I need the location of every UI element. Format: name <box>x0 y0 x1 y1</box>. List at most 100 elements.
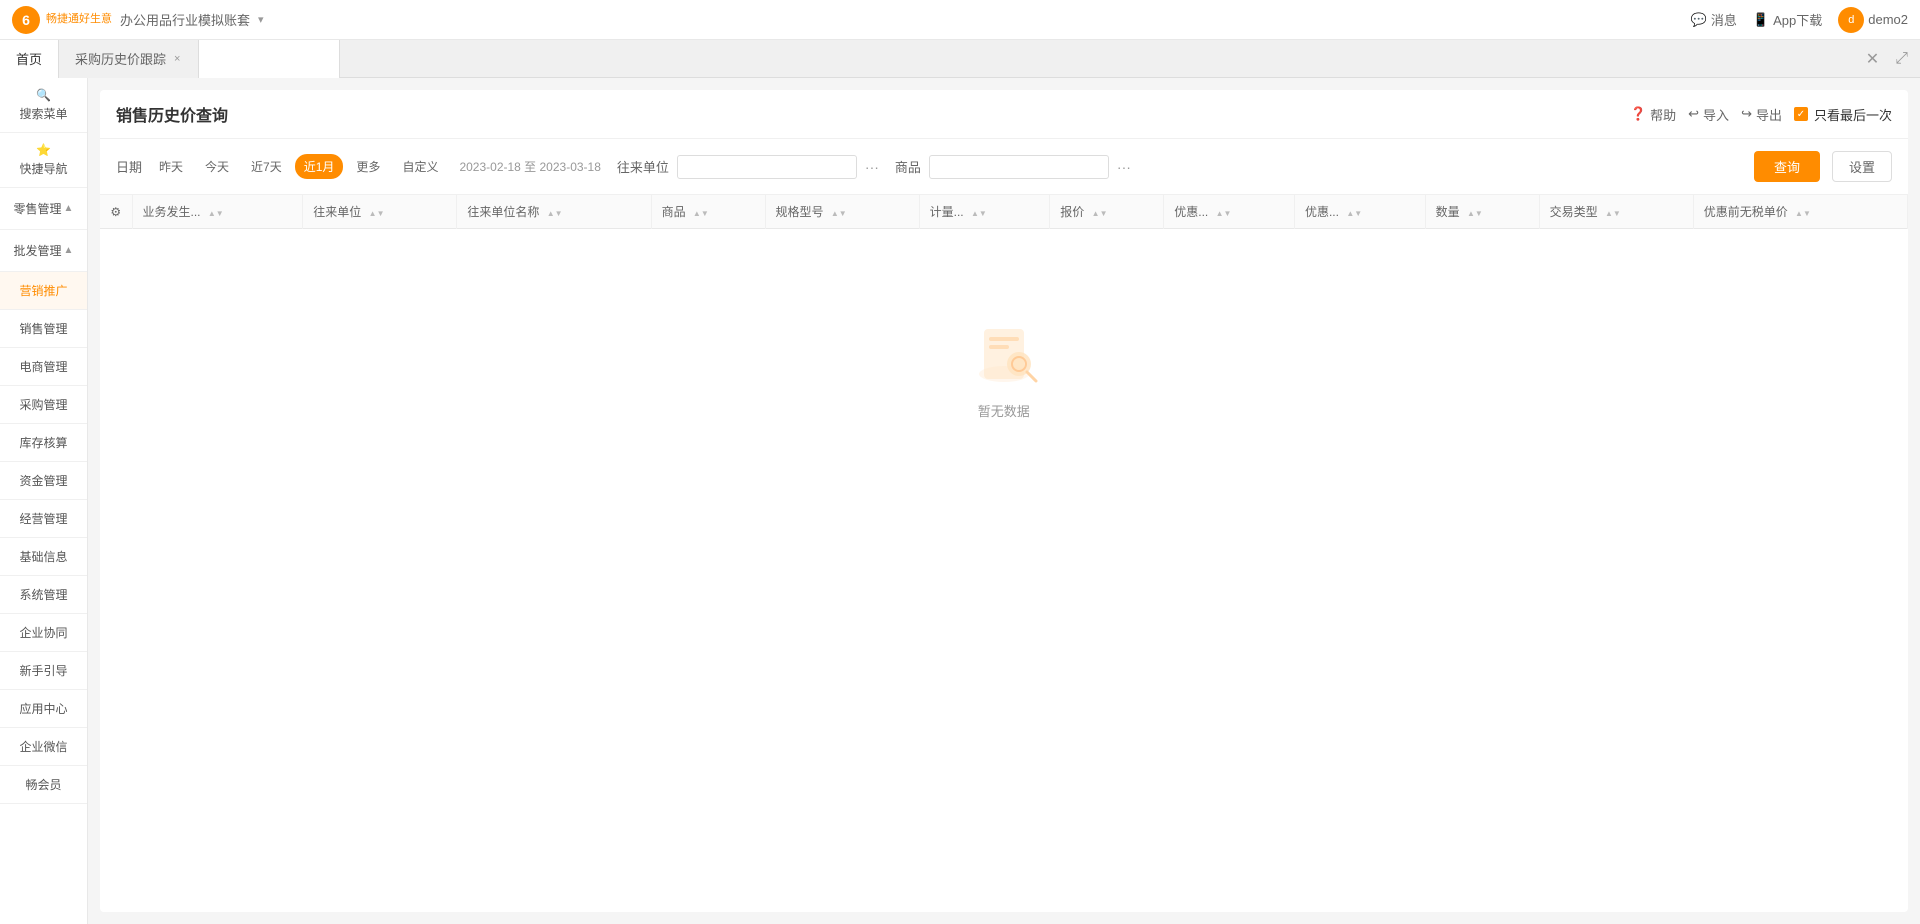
page-title: 销售历史价查询 <box>116 102 228 138</box>
col-pre-tax-price[interactable]: 优惠前无税单价 ▲▼ <box>1693 195 1907 229</box>
col-spec[interactable]: 规格型号 ▲▼ <box>765 195 919 229</box>
close-window-btn[interactable]: ✕ <box>1862 47 1883 71</box>
col-trade-type[interactable]: 交易类型 ▲▼ <box>1539 195 1693 229</box>
tab-sales-close[interactable]: × <box>312 51 322 67</box>
product-dots[interactable]: ··· <box>1117 159 1131 175</box>
import-icon: ↩ <box>1688 106 1699 122</box>
date-btn-yesterday[interactable]: 昨天 <box>150 154 192 179</box>
sidebar-item-operations[interactable]: 经营管理 <box>0 500 87 538</box>
header-dropdown[interactable]: ▾ <box>258 13 264 26</box>
sidebar-item-app-center[interactable]: 应用中心 <box>0 690 87 728</box>
col-biz-date[interactable]: 业务发生... ▲▼ <box>132 195 303 229</box>
header-right: 💬 消息 📱 App下载 d demo2 <box>1691 7 1908 33</box>
header-title: 办公用品行业模拟账套 <box>120 10 250 29</box>
sidebar-item-member[interactable]: 畅会员 <box>0 766 87 804</box>
col-product[interactable]: 商品 ▲▼ <box>651 195 765 229</box>
import-btn[interactable]: ↩ 导入 <box>1688 105 1729 124</box>
message-action[interactable]: 💬 消息 <box>1691 10 1737 29</box>
sort-quantity: ▲▼ <box>1467 210 1483 218</box>
col-unit[interactable]: 计量... ▲▼ <box>919 195 1050 229</box>
date-filter-group: 日期 昨天 今天 近7天 近1月 更多 自定义 2023-02-18 至 202… <box>116 154 601 179</box>
sidebar-item-inventory[interactable]: 库存核算 <box>0 424 87 462</box>
sidebar-item-enterprise[interactable]: 企业协同 <box>0 614 87 652</box>
logo-area: 6 畅捷通好生意 <box>12 6 112 34</box>
checkbox-check-icon: ✓ <box>1797 109 1805 120</box>
col-settings[interactable]: ⚙ <box>100 195 132 229</box>
tab-sales[interactable]: 销售历史价跟踪 × <box>199 40 339 78</box>
tab-bar-right: ✕ ⤢ <box>1862 47 1920 71</box>
download-icon: 📱 <box>1753 12 1769 28</box>
date-btn-custom[interactable]: 自定义 <box>393 154 447 179</box>
help-btn[interactable]: ❓ 帮助 <box>1630 105 1676 124</box>
help-icon: ❓ <box>1630 106 1646 122</box>
filter-right-actions: 查询 设置 <box>1754 151 1892 182</box>
tab-purchase[interactable]: 采购历史价跟踪 × <box>59 40 199 78</box>
avatar: d <box>1838 7 1864 33</box>
col-discount2[interactable]: 优惠... ▲▼ <box>1294 195 1425 229</box>
sidebar-item-finance[interactable]: 资金管理 <box>0 462 87 500</box>
sidebar-item-purchase-mgmt[interactable]: 采购管理 <box>0 386 87 424</box>
col-quantity[interactable]: 数量 ▲▼ <box>1425 195 1539 229</box>
sidebar-item-marketing[interactable]: 营销推广 <box>0 272 87 310</box>
sort-discount1: ▲▼ <box>1216 210 1232 218</box>
top-header: 6 畅捷通好生意 办公用品行业模拟账套 ▾ 💬 消息 📱 App下载 d dem… <box>0 0 1920 40</box>
sidebar-item-search-menu[interactable]: 🔍 搜索菜单 <box>0 78 87 133</box>
logo-icon: 6 <box>12 6 40 34</box>
sidebar-item-guide[interactable]: 新手引导 <box>0 652 87 690</box>
sort-unit: ▲▼ <box>971 210 987 218</box>
only-last-checkbox[interactable]: ✓ <box>1794 107 1808 121</box>
header-left: 6 畅捷通好生意 办公用品行业模拟账套 ▾ <box>12 6 264 34</box>
data-table: ⚙ 业务发生... ▲▼ 往来单位 ▲▼ 往来单位名称 <box>100 195 1908 500</box>
empty-state: 暂无数据 <box>100 229 1908 500</box>
sidebar-item-quick-nav[interactable]: ⭐ 快捷导航 <box>0 133 87 188</box>
content-area: 销售历史价查询 ❓ 帮助 ↩ 导入 ↪ 导出 <box>88 78 1920 924</box>
empty-row: 暂无数据 <box>100 229 1908 501</box>
sidebar-item-wechat[interactable]: 企业微信 <box>0 728 87 766</box>
date-btn-more[interactable]: 更多 <box>347 154 389 179</box>
date-btn-7days[interactable]: 近7天 <box>242 154 291 179</box>
export-icon: ↪ <box>1741 106 1752 122</box>
app-download-action[interactable]: 📱 App下载 <box>1753 10 1822 29</box>
only-last-label: 只看最后一次 <box>1814 105 1892 124</box>
col-partner-name[interactable]: 往来单位名称 ▲▼ <box>457 195 651 229</box>
sidebar-item-wholesale-mgmt[interactable]: 批发管理 ▲ <box>0 230 87 272</box>
empty-text: 暂无数据 <box>978 401 1030 420</box>
table-container: ⚙ 业务发生... ▲▼ 往来单位 ▲▼ 往来单位名称 <box>100 195 1908 912</box>
col-discount1[interactable]: 优惠... ▲▼ <box>1164 195 1295 229</box>
date-btn-1month[interactable]: 近1月 <box>295 154 344 179</box>
tab-home[interactable]: 首页 <box>0 40 59 78</box>
maximize-window-btn[interactable]: ⤢ <box>1891 48 1912 70</box>
partner-filter-label: 往来单位 <box>617 157 669 176</box>
message-icon: 💬 <box>1691 12 1707 28</box>
product-filter-label: 商品 <box>895 157 921 176</box>
page-content: 销售历史价查询 ❓ 帮助 ↩ 导入 ↪ 导出 <box>100 90 1908 912</box>
sidebar-item-basic-info[interactable]: 基础信息 <box>0 538 87 576</box>
date-btn-today[interactable]: 今天 <box>196 154 238 179</box>
sort-discount2: ▲▼ <box>1346 210 1362 218</box>
user-action[interactable]: d demo2 <box>1838 7 1908 33</box>
export-btn[interactable]: ↪ 导出 <box>1741 105 1782 124</box>
sort-trade-type: ▲▼ <box>1605 210 1621 218</box>
date-buttons: 昨天 今天 近7天 近1月 更多 自定义 <box>150 154 447 179</box>
empty-icon <box>964 309 1044 389</box>
settings-button[interactable]: 设置 <box>1832 151 1892 182</box>
sort-biz-date: ▲▼ <box>208 210 224 218</box>
sidebar-item-sales-mgmt[interactable]: 销售管理 <box>0 310 87 348</box>
sort-partner-code: ▲▼ <box>369 210 385 218</box>
table-header-row: ⚙ 业务发生... ▲▼ 往来单位 ▲▼ 往来单位名称 <box>100 195 1908 229</box>
product-filter-input[interactable] <box>929 155 1109 179</box>
quick-nav-icon: ⭐ <box>36 143 51 157</box>
col-price[interactable]: 报价 ▲▼ <box>1050 195 1164 229</box>
query-button[interactable]: 查询 <box>1754 151 1820 182</box>
tab-purchase-close[interactable]: × <box>172 51 182 67</box>
partner-filter-input[interactable] <box>677 155 857 179</box>
partner-filter-group: 往来单位 ··· <box>617 155 879 179</box>
only-last-checkbox-area[interactable]: ✓ 只看最后一次 <box>1794 105 1892 124</box>
partner-dots[interactable]: ··· <box>865 159 879 175</box>
sidebar-item-system-mgmt[interactable]: 系统管理 <box>0 576 87 614</box>
sidebar-item-retail-mgmt[interactable]: 零售管理 ▲ <box>0 188 87 230</box>
col-partner-code[interactable]: 往来单位 ▲▼ <box>303 195 457 229</box>
sidebar: 🔍 搜索菜单 ⭐ 快捷导航 零售管理 ▲ 批发管理 ▲ 营销推广 销售管理 电商… <box>0 78 88 924</box>
sidebar-item-ecommerce[interactable]: 电商管理 <box>0 348 87 386</box>
table-body: 暂无数据 <box>100 229 1908 501</box>
